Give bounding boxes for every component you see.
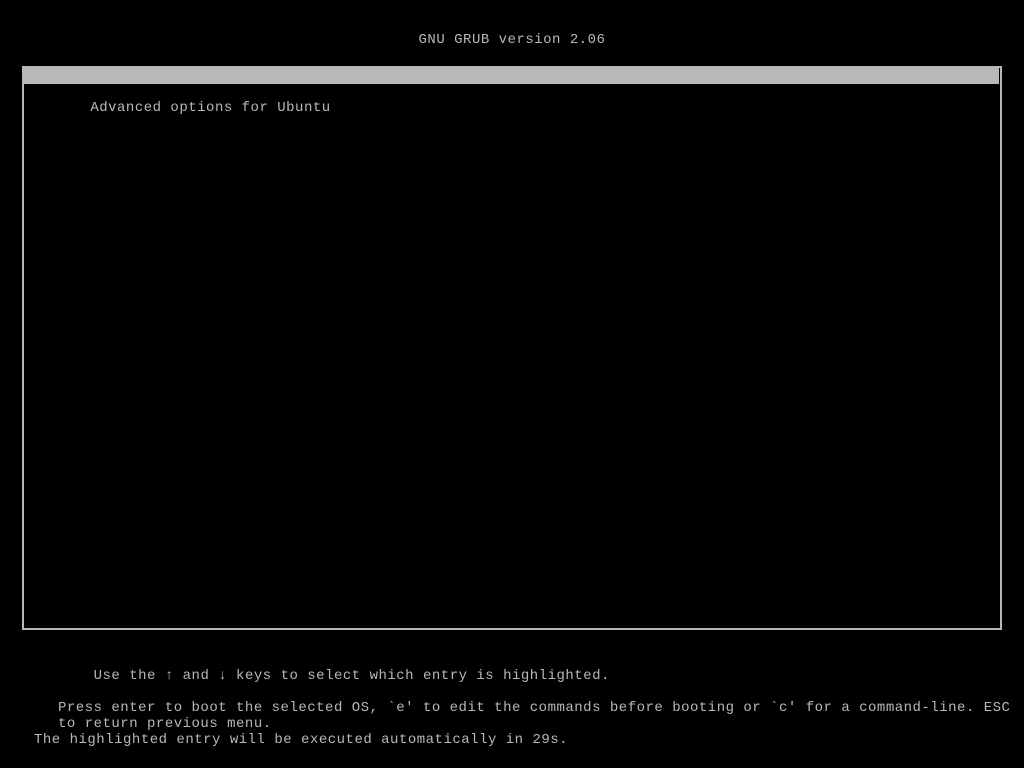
- menu-entry-label: *Ubuntu: [81, 84, 143, 100]
- grub-menu-box: *Ubuntu Advanced options for Ubuntu: [22, 66, 1002, 630]
- menu-entry-label: Advanced options for Ubuntu: [81, 100, 330, 116]
- help-text-fragment: and: [174, 668, 219, 684]
- up-arrow-icon: ↑: [165, 668, 174, 684]
- help-line-countdown: The highlighted entry will be executed a…: [34, 732, 1014, 748]
- grub-menu-list[interactable]: *Ubuntu Advanced options for Ubuntu: [24, 68, 999, 628]
- grub-help-text: Use the ↑ and ↓ keys to select which ent…: [34, 652, 1014, 748]
- down-arrow-icon: ↓: [218, 668, 227, 684]
- grub-title-text: GNU GRUB version 2.06: [419, 32, 606, 48]
- menu-entry-ubuntu[interactable]: *Ubuntu: [24, 68, 999, 84]
- help-text-fragment: keys to select which entry is highlighte…: [227, 668, 610, 684]
- help-line-navigation: Use the ↑ and ↓ keys to select which ent…: [34, 652, 1014, 700]
- grub-title: GNU GRUB version 2.06: [0, 32, 1024, 48]
- help-line-keys: Press enter to boot the selected OS, `e'…: [34, 700, 1014, 732]
- help-text-fragment: Use the: [94, 668, 165, 684]
- menu-entry-advanced-options[interactable]: Advanced options for Ubuntu: [24, 84, 999, 100]
